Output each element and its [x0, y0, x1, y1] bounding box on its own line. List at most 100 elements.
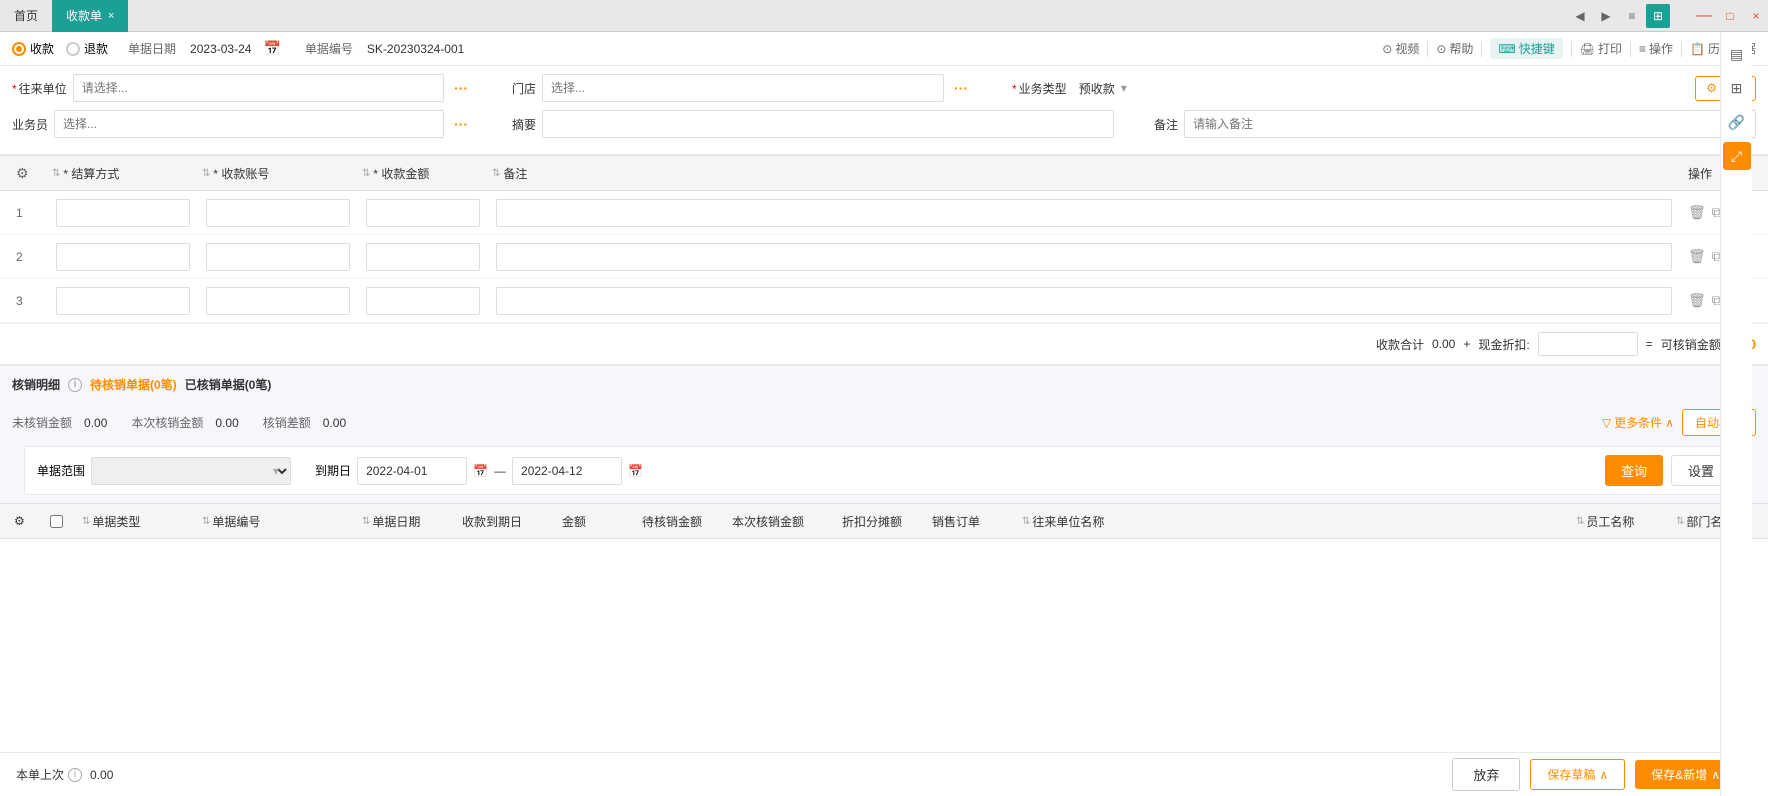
doc-range-select[interactable] — [91, 457, 291, 485]
row-3-amount[interactable] — [366, 287, 480, 315]
counterpart-input[interactable] — [73, 74, 444, 102]
bth-counterpart: ⇅ 往来单位名称 — [1016, 513, 1570, 530]
tab-nav-left[interactable]: ◀ — [1568, 4, 1592, 28]
row-3-remark[interactable] — [496, 287, 1672, 315]
window-close[interactable]: × — [1744, 4, 1768, 28]
bottom-order-value: 0.00 — [90, 768, 113, 782]
discount-label: 现金折扣: — [1478, 336, 1529, 353]
row-1-amount[interactable] — [366, 199, 480, 227]
pending-label[interactable]: 待核销单据(0笔) — [90, 376, 177, 393]
tab-home[interactable]: 首页 — [0, 0, 52, 32]
row-2-account[interactable] — [206, 243, 350, 271]
th-sort-icon[interactable]: ⇅ — [52, 168, 60, 179]
help-label: 帮助 — [1449, 40, 1473, 57]
tab-nav-right[interactable]: ▶ — [1594, 4, 1618, 28]
current-value: 0.00 — [215, 416, 238, 430]
rp-grid-icon[interactable]: ⊞ — [1723, 74, 1751, 102]
counterpart-label: *往来单位 — [12, 80, 67, 97]
shortcut-btn[interactable]: ⌨ 快捷键 — [1490, 38, 1562, 59]
bth-gear[interactable]: ⚙ — [8, 514, 44, 528]
counterpart-more-btn[interactable]: ··· — [450, 80, 472, 96]
salesperson-more-btn[interactable]: ··· — [450, 116, 472, 132]
th-settlement: ⇅ * 结算方式 — [44, 165, 194, 182]
bth-discount: 折扣分摊额 — [836, 513, 926, 530]
done-label[interactable]: 已核销单据(0笔) — [185, 376, 272, 393]
row-3-account[interactable] — [206, 287, 350, 315]
store-more-btn[interactable]: ··· — [950, 80, 972, 96]
bth-doc-type-sort[interactable]: ⇅ — [82, 516, 90, 527]
business-type-value: 预收款 — [1079, 80, 1115, 97]
video-btn[interactable]: ⊙ 视频 — [1382, 40, 1419, 57]
row-2-delete-icon[interactable]: 🗑 — [1688, 248, 1706, 265]
th-remark-sort[interactable]: ⇅ — [492, 168, 500, 179]
radio-refund[interactable]: 退款 — [66, 40, 108, 57]
tab-list[interactable]: ≡ — [1620, 4, 1644, 28]
bth-counterpart-sort[interactable]: ⇅ — [1022, 516, 1030, 527]
row-3-settlement[interactable] — [56, 287, 190, 315]
calendar-icon[interactable]: 📅 — [263, 40, 280, 57]
verification-info-icon[interactable]: i — [68, 378, 82, 392]
window-max[interactable]: □ — [1718, 4, 1742, 28]
salesperson-input[interactable] — [54, 110, 444, 138]
doc-date-value: 2023-03-24 — [190, 42, 251, 56]
rp-expand-icon[interactable]: ⤢ — [1723, 142, 1751, 170]
operation-icon: ≡ — [1639, 42, 1646, 56]
bth-checkbox[interactable] — [50, 515, 63, 528]
bth-doc-no-sort[interactable]: ⇅ — [202, 516, 210, 527]
shortcut-label: 快捷键 — [1519, 40, 1555, 57]
row-1-account[interactable] — [206, 199, 350, 227]
business-type-chevron[interactable]: ▾ — [1121, 81, 1127, 95]
date-sep: — — [494, 464, 506, 478]
row-3-actions: 🗑 ⧉ — [1688, 292, 1722, 309]
th-account-sort[interactable]: ⇅ — [202, 168, 210, 179]
salesperson-field: 业务员 ··· — [12, 110, 472, 138]
window-min[interactable]: — — [1692, 4, 1716, 28]
remark-input[interactable] — [1184, 110, 1756, 138]
total-value: 0.00 — [1432, 337, 1455, 351]
more-conditions-btn[interactable]: ▽ 更多条件 ∧ — [1602, 414, 1674, 431]
doc-date-label: 单据日期 — [128, 40, 176, 57]
row-1-delete-icon[interactable]: 🗑 — [1688, 204, 1706, 221]
tab-receipt[interactable]: 收款单 × — [52, 0, 128, 32]
save-draft-label: 保存草稿 — [1547, 766, 1595, 783]
table-gear-icon[interactable]: ⚙ — [8, 165, 44, 182]
row-2-settlement[interactable] — [56, 243, 190, 271]
date-to-input[interactable] — [512, 457, 622, 485]
summary-row: 收款合计 0.00 + 现金折扣: = 可核销金额 0.00 — [0, 323, 1768, 364]
row-1-settlement[interactable] — [56, 199, 190, 227]
row-2-remark[interactable] — [496, 243, 1672, 271]
row-1-remark[interactable] — [496, 199, 1672, 227]
bth-doc-date-sort[interactable]: ⇅ — [362, 516, 370, 527]
bth-employee-sort[interactable]: ⇅ — [1576, 516, 1584, 527]
bth-amount: 金额 — [556, 513, 636, 530]
verification-section: 核销明细 i 待核销单据(0笔) 已核销单据(0笔) — [0, 364, 1768, 403]
discount-input[interactable] — [1538, 332, 1638, 356]
rp-table-icon[interactable]: ▤ — [1723, 40, 1751, 68]
row-3-delete-icon[interactable]: 🗑 — [1688, 292, 1706, 309]
query-btn[interactable]: 查询 — [1605, 455, 1663, 486]
bth-dept-sort[interactable]: ⇅ — [1676, 516, 1684, 527]
tab-grid[interactable]: ⊞ — [1646, 4, 1670, 28]
bottom-info-icon[interactable]: i — [68, 768, 82, 782]
radio-receipt[interactable]: 收款 — [12, 40, 54, 57]
help-btn[interactable]: ⊙ 帮助 — [1436, 40, 1473, 57]
doc-no-value: SK-20230324-001 — [367, 42, 464, 56]
save-draft-btn[interactable]: 保存草稿 ∧ — [1530, 759, 1625, 790]
cal-to-icon[interactable]: 📅 — [628, 464, 643, 478]
bth-checkbox-wrap — [44, 515, 76, 528]
business-type-field: *业务类型 预收款 ▾ — [1012, 80, 1332, 97]
tab-bar: 首页 收款单 × ◀ ▶ ≡ ⊞ — □ × — [0, 0, 1768, 32]
print-btn[interactable]: 🖨 打印 — [1580, 40, 1622, 57]
rp-link-icon[interactable]: 🔗 — [1723, 108, 1751, 136]
cal-from-icon[interactable]: 📅 — [473, 464, 488, 478]
summary-input[interactable] — [542, 110, 1114, 138]
th-amount-sort[interactable]: ⇅ — [362, 168, 370, 179]
row-2-amount[interactable] — [366, 243, 480, 271]
diff-value: 0.00 — [323, 416, 346, 430]
discard-btn[interactable]: 放弃 — [1452, 758, 1520, 791]
save-draft-chevron: ∧ — [1599, 768, 1608, 782]
store-input[interactable] — [542, 74, 944, 102]
date-from-input[interactable] — [357, 457, 467, 485]
tab-close-icon[interactable]: × — [108, 10, 114, 22]
operation-btn[interactable]: ≡ 操作 — [1639, 40, 1673, 57]
